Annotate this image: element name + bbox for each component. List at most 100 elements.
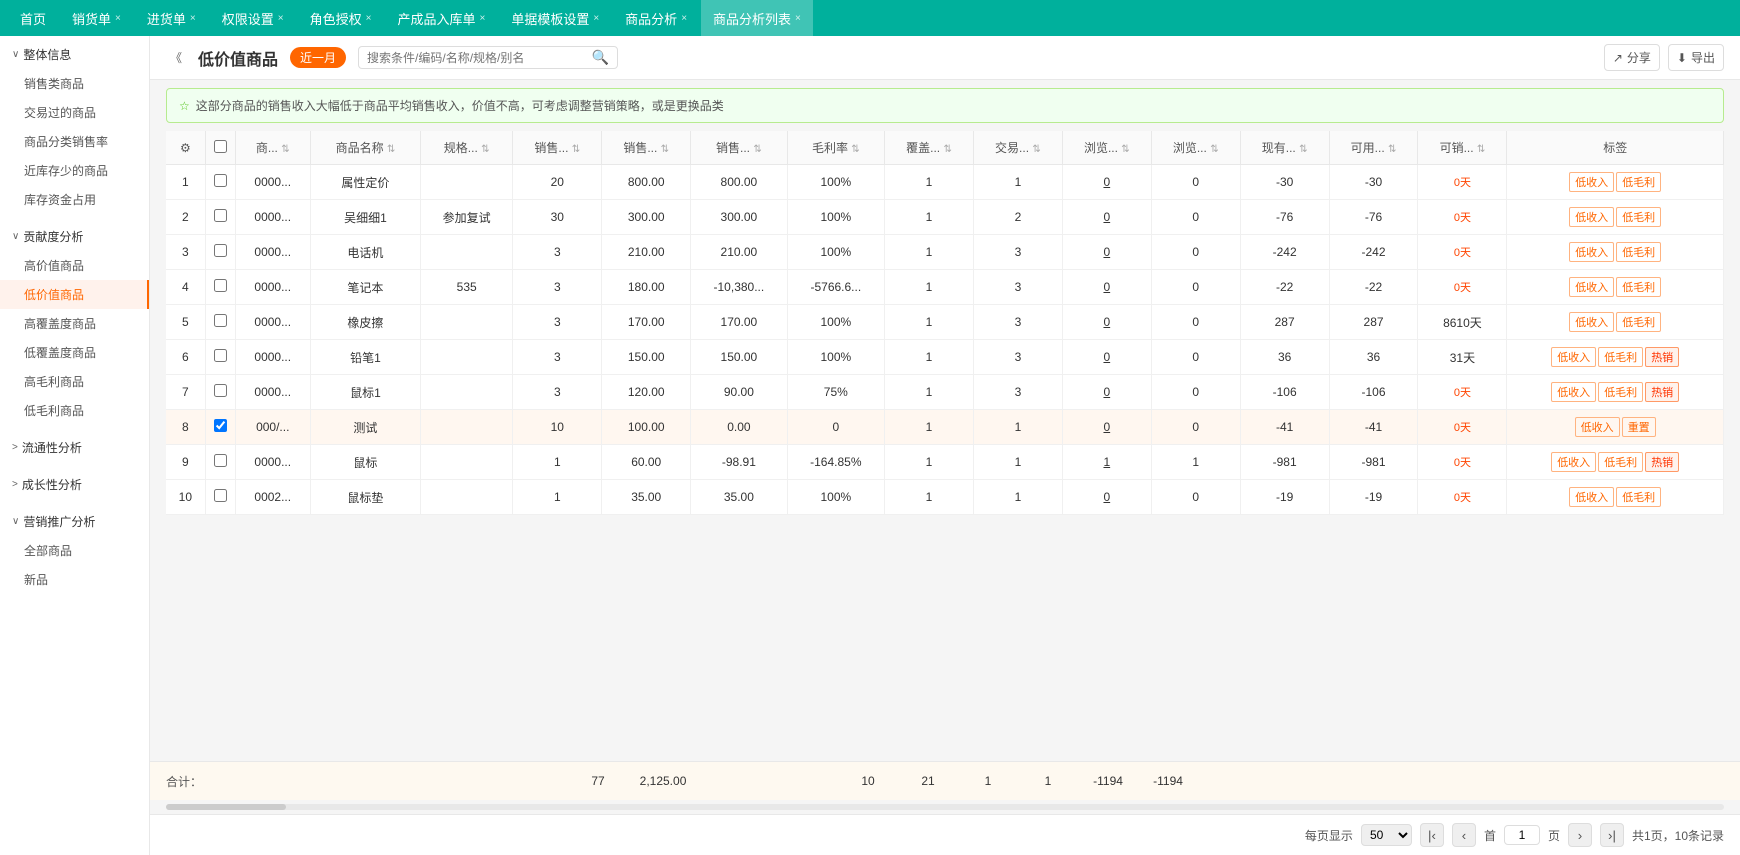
sidebar-item-low-stock[interactable]: 近库存少的商品 (0, 156, 149, 185)
row-checkbox[interactable] (214, 244, 227, 257)
nav-tab-analysis[interactable]: 商品分析 × (613, 0, 699, 36)
th-browse1[interactable]: 浏览... ⇅ (1062, 131, 1151, 165)
td-spec: 参加复试 (420, 200, 512, 235)
th-gross-rate[interactable]: 毛利率 ⇅ (787, 131, 884, 165)
sidebar-item-category-sales-rate[interactable]: 商品分类销售率 (0, 127, 149, 156)
browse1-link[interactable]: 0 (1103, 490, 1110, 504)
th-trade[interactable]: 交易... ⇅ (973, 131, 1062, 165)
sidebar-section-header-liquidity[interactable]: > 流通性分析 (0, 433, 149, 462)
td-code: 0000... (235, 270, 310, 305)
close-icon[interactable]: × (795, 13, 801, 24)
footer-browse2: 1 (1018, 770, 1078, 792)
nav-tab-permissions[interactable]: 权限设置 × (210, 0, 296, 36)
next-page-button[interactable]: › (1568, 823, 1592, 847)
th-name[interactable]: 商品名称 ⇅ (310, 131, 420, 165)
th-checkbox[interactable] (205, 131, 235, 165)
browse1-link[interactable]: 0 (1103, 245, 1110, 259)
last-page-button[interactable]: ›| (1600, 823, 1624, 847)
browse1-link[interactable]: 1 (1103, 455, 1110, 469)
browse1-link[interactable]: 0 (1103, 420, 1110, 434)
row-checkbox[interactable] (214, 349, 227, 362)
th-spec[interactable]: 规格... ⇅ (420, 131, 512, 165)
page-number-input[interactable] (1504, 825, 1540, 845)
th-sale-amt2[interactable]: 销售... ⇅ (691, 131, 787, 165)
td-checkbox[interactable] (205, 445, 235, 480)
sidebar-section-header-growth[interactable]: > 成长性分析 (0, 470, 149, 499)
th-current[interactable]: 现有... ⇅ (1240, 131, 1329, 165)
th-browse2[interactable]: 浏览... ⇅ (1151, 131, 1240, 165)
th-qty[interactable]: 销售... ⇅ (513, 131, 602, 165)
sidebar-item-high-profit[interactable]: 高毛利商品 (0, 367, 149, 396)
td-checkbox[interactable] (205, 480, 235, 515)
close-icon[interactable]: × (681, 13, 687, 24)
th-code[interactable]: 商... ⇅ (235, 131, 310, 165)
row-checkbox[interactable] (214, 209, 227, 222)
sidebar-item-traded-products[interactable]: 交易过的商品 (0, 98, 149, 127)
row-checkbox[interactable] (214, 384, 227, 397)
nav-home[interactable]: 首页 (8, 0, 58, 36)
row-checkbox[interactable] (214, 419, 227, 432)
nav-tab-template[interactable]: 单据模板设置 × (499, 0, 611, 36)
first-page-button[interactable]: |‹ (1420, 823, 1444, 847)
td-checkbox[interactable] (205, 235, 235, 270)
td-checkbox[interactable] (205, 340, 235, 375)
export-button[interactable]: ⬇ 导出 (1668, 44, 1724, 71)
th-sale-amt[interactable]: 销售... ⇅ (602, 131, 691, 165)
browse1-link[interactable]: 0 (1103, 175, 1110, 189)
th-tags[interactable]: 标签 (1507, 131, 1724, 165)
prev-page-button[interactable]: ‹ (1452, 823, 1476, 847)
sidebar-item-all-products[interactable]: 全部商品 (0, 536, 149, 565)
sidebar-item-stock-fund[interactable]: 库存资金占用 (0, 185, 149, 214)
row-checkbox[interactable] (214, 314, 227, 327)
row-checkbox[interactable] (214, 454, 227, 467)
sidebar-item-low-value[interactable]: 低价值商品 (0, 280, 149, 309)
th-settings[interactable]: ⚙ (166, 131, 205, 165)
browse1-link[interactable]: 0 (1103, 280, 1110, 294)
per-page-select[interactable]: 50 100 200 (1361, 824, 1412, 846)
close-icon[interactable]: × (479, 13, 485, 24)
th-sellable[interactable]: 可销... ⇅ (1418, 131, 1507, 165)
table-footer: 合计： 77 2,125.00 10 21 1 1 -1194 -1 (150, 761, 1740, 800)
row-checkbox[interactable] (214, 489, 227, 502)
search-input[interactable] (367, 51, 588, 65)
nav-tab-analysis-list[interactable]: 商品分析列表 × (701, 0, 813, 36)
nav-tab-purchase[interactable]: 进货单 × (135, 0, 208, 36)
close-icon[interactable]: × (366, 13, 372, 24)
row-checkbox[interactable] (214, 279, 227, 292)
filter-button[interactable]: 近一月 (290, 47, 346, 68)
browse1-link[interactable]: 0 (1103, 210, 1110, 224)
search-icon[interactable]: 🔍 (592, 49, 609, 66)
collapse-button[interactable]: 《 (166, 48, 186, 68)
close-icon[interactable]: × (278, 13, 284, 24)
sidebar-item-low-coverage[interactable]: 低覆盖度商品 (0, 338, 149, 367)
sidebar-section-header-contribution[interactable]: ∨ 贡献度分析 (0, 222, 149, 251)
td-checkbox[interactable] (205, 305, 235, 340)
close-icon[interactable]: × (593, 13, 599, 24)
td-checkbox[interactable] (205, 375, 235, 410)
td-checkbox[interactable] (205, 410, 235, 445)
sidebar-section-header-marketing[interactable]: ∨ 营销推广分析 (0, 507, 149, 536)
close-icon[interactable]: × (190, 13, 196, 24)
row-checkbox[interactable] (214, 174, 227, 187)
share-button[interactable]: ↗ 分享 (1604, 44, 1660, 71)
scrollbar-thumb[interactable] (166, 804, 286, 810)
browse1-link[interactable]: 0 (1103, 350, 1110, 364)
sidebar-item-sales-products[interactable]: 销售类商品 (0, 69, 149, 98)
td-checkbox[interactable] (205, 165, 235, 200)
sidebar-item-high-coverage[interactable]: 高覆盖度商品 (0, 309, 149, 338)
td-checkbox[interactable] (205, 270, 235, 305)
select-all-checkbox[interactable] (214, 140, 227, 153)
nav-tab-inventory[interactable]: 产成品入库单 × (385, 0, 497, 36)
th-coverage[interactable]: 覆盖... ⇅ (885, 131, 974, 165)
sidebar-section-header-overall[interactable]: ∨ 整体信息 (0, 40, 149, 69)
td-checkbox[interactable] (205, 200, 235, 235)
sidebar-item-new-products[interactable]: 新品 (0, 565, 149, 594)
sidebar-item-low-profit[interactable]: 低毛利商品 (0, 396, 149, 425)
th-available[interactable]: 可用... ⇅ (1329, 131, 1418, 165)
browse1-link[interactable]: 0 (1103, 385, 1110, 399)
nav-tab-sales[interactable]: 销货单 × (60, 0, 133, 36)
sidebar-item-high-value[interactable]: 高价值商品 (0, 251, 149, 280)
browse1-link[interactable]: 0 (1103, 315, 1110, 329)
close-icon[interactable]: × (115, 13, 121, 24)
nav-tab-roles[interactable]: 角色授权 × (298, 0, 384, 36)
